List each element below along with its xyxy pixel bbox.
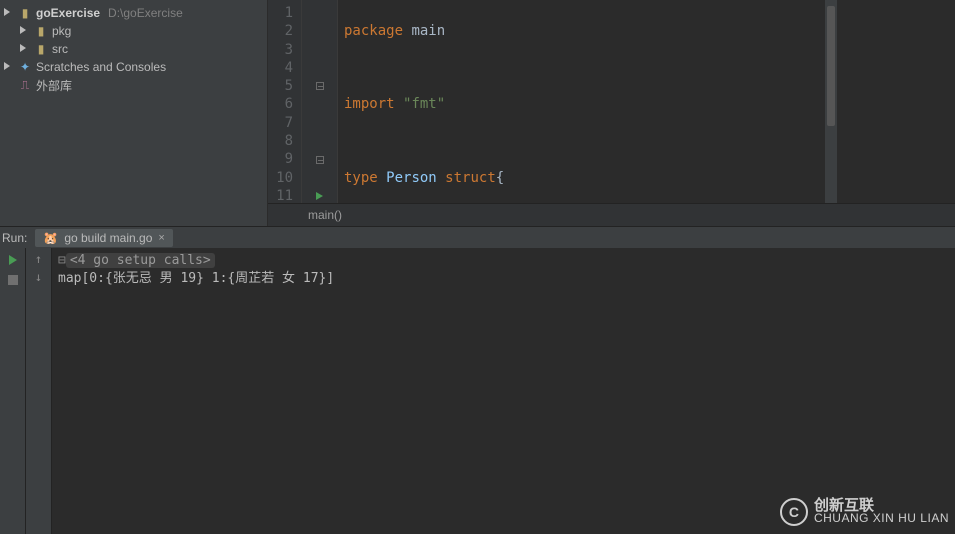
down-button[interactable]: ↓: [35, 270, 42, 284]
up-button[interactable]: ↑: [35, 252, 42, 266]
run-left-toolbar: [0, 248, 26, 534]
run-toolwindow: ↑ ↓ ⊟<4 go setup calls> map[0:{张无忌 男 19}…: [0, 248, 955, 534]
run-tab[interactable]: 🐹 go build main.go ×: [35, 229, 172, 247]
tree-item-label: goExercise: [36, 6, 100, 20]
folder-icon: ▮: [34, 42, 48, 56]
chevron-right-icon[interactable]: [20, 44, 30, 54]
fold-icon[interactable]: [316, 82, 324, 90]
chevron-right-icon[interactable]: [4, 62, 14, 72]
stop-button[interactable]: [5, 272, 21, 288]
run-secondary-toolbar: ↑ ↓: [26, 248, 52, 534]
spacer: [4, 80, 14, 90]
watermark: C 创新互联 CHUANG XIN HU LIAN: [780, 498, 949, 526]
gutter-icons[interactable]: [302, 0, 338, 203]
console-line: map[0:{张无忌 男 19} 1:{周芷若 女 17}]: [58, 270, 949, 288]
tree-item-external-libs[interactable]: ⎍ 外部库: [0, 76, 267, 94]
library-icon: ⎍: [18, 78, 32, 93]
folder-icon: ▮: [18, 6, 32, 20]
line-number-gutter[interactable]: 1234567891011121314151617181920212223: [268, 0, 302, 203]
scratch-icon: ✦: [18, 60, 32, 74]
close-icon[interactable]: ×: [158, 232, 164, 244]
run-label: Run:: [2, 231, 27, 245]
rerun-button[interactable]: [5, 252, 21, 268]
chevron-right-icon[interactable]: [4, 8, 14, 18]
scrollbar-thumb[interactable]: [827, 6, 835, 126]
tree-item-pkg[interactable]: ▮ pkg: [0, 22, 267, 40]
folder-icon: ▮: [34, 24, 48, 38]
editor-scrollbar[interactable]: [825, 0, 837, 203]
project-sidebar: ▮ goExercise D:\goExercise ▮ pkg ▮: [0, 0, 268, 226]
breadcrumb[interactable]: main(): [268, 203, 955, 226]
watermark-line2: CHUANG XIN HU LIAN: [814, 512, 949, 525]
run-toolwindow-header: Run: 🐹 go build main.go ×: [0, 226, 955, 248]
breadcrumb-item[interactable]: main(): [308, 208, 342, 222]
tree-item-project-root[interactable]: ▮ goExercise D:\goExercise: [0, 4, 267, 22]
tree-item-label: Scratches and Consoles: [36, 60, 166, 74]
tree-item-label: 外部库: [36, 77, 72, 94]
run-tab-label: go build main.go: [64, 231, 152, 245]
run-gutter-icon[interactable]: [316, 192, 323, 200]
console-folded-region[interactable]: <4 go setup calls>: [66, 253, 215, 268]
project-tree: ▮ goExercise D:\goExercise ▮ pkg ▮: [0, 0, 267, 94]
console-output[interactable]: ⊟<4 go setup calls> map[0:{张无忌 男 19} 1:{…: [52, 248, 955, 534]
tree-item-scratches[interactable]: ✦ Scratches and Consoles: [0, 58, 267, 76]
fold-icon[interactable]: [316, 156, 324, 164]
tree-item-label: src: [52, 42, 68, 56]
watermark-logo-icon: C: [780, 498, 808, 526]
go-file-icon: 🐹: [43, 231, 58, 245]
tree-item-path: D:\goExercise: [108, 6, 183, 20]
editor: 1234567891011121314151617181920212223 pa…: [268, 0, 955, 226]
code-text[interactable]: package main import "fmt" type Person st…: [338, 0, 825, 203]
tree-item-label: pkg: [52, 24, 71, 38]
code-area[interactable]: 1234567891011121314151617181920212223 pa…: [268, 0, 955, 203]
chevron-right-icon[interactable]: [20, 26, 30, 36]
tree-item-src[interactable]: ▮ src: [0, 40, 267, 58]
